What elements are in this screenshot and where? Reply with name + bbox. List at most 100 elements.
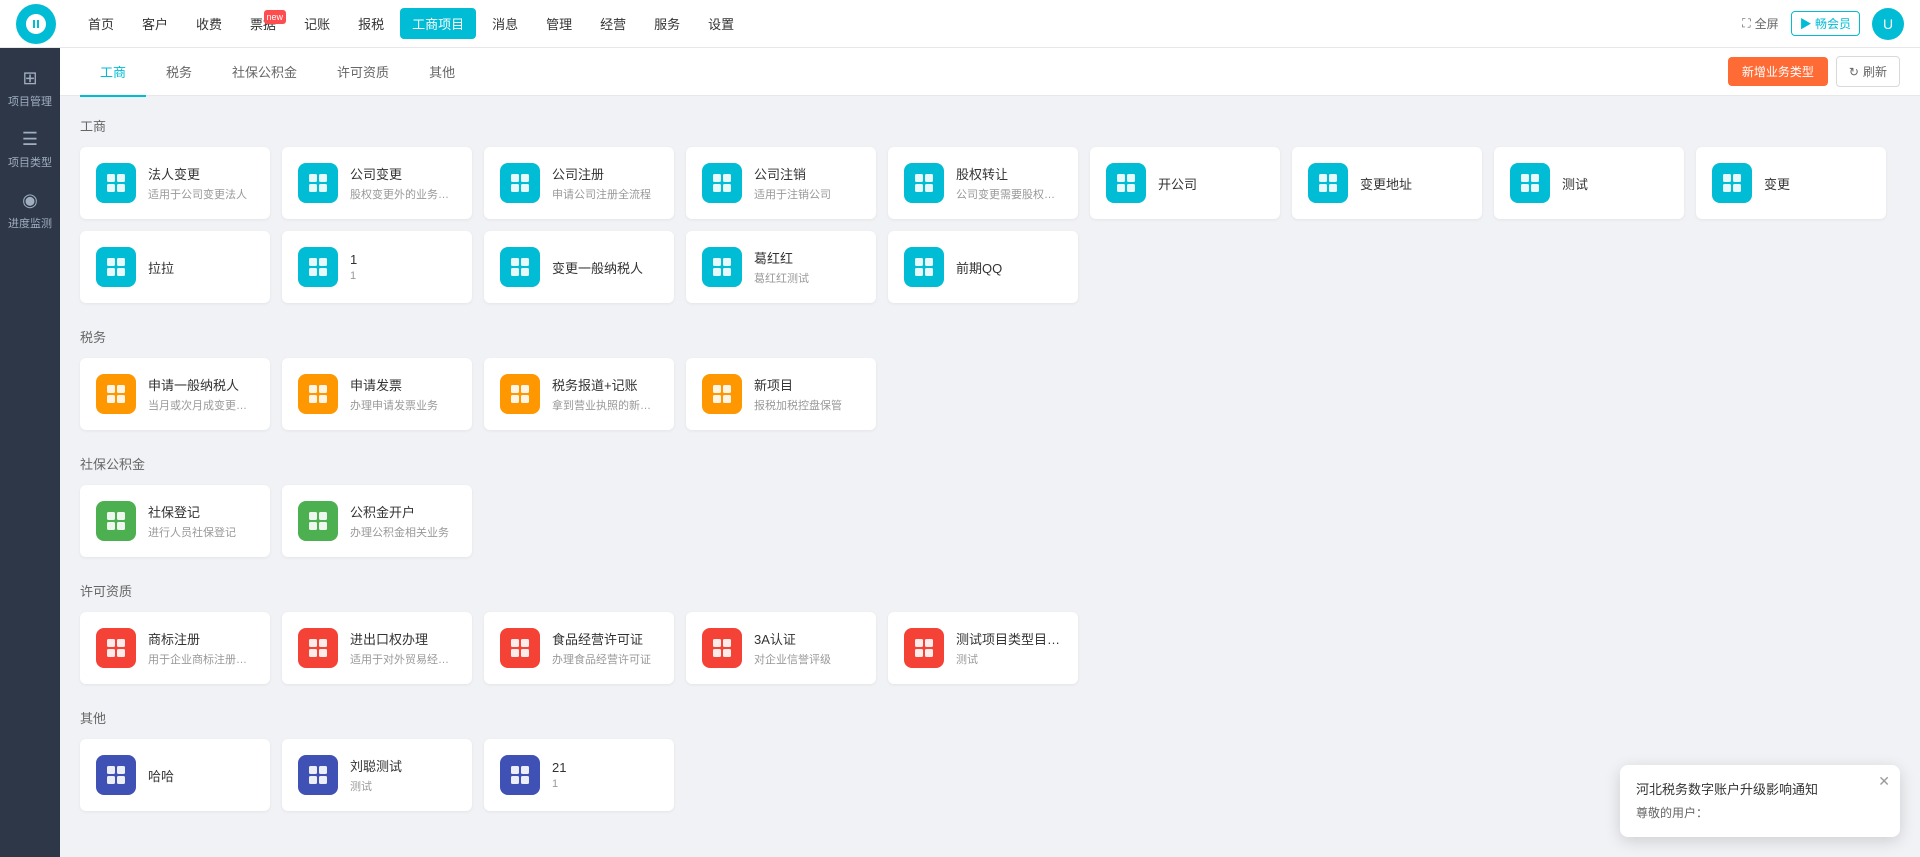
card-desc-new-project: 报税加税控盘保管	[754, 397, 860, 413]
card-desc-num21: 1	[552, 778, 658, 790]
top-nav: 首页客户收费票据new记账报税工商项目消息管理经营服务设置 ⛶ 全屏 ▶ 畅会员…	[0, 0, 1920, 48]
nav-right: ⛶ 全屏 ▶ 畅会员 U	[1742, 8, 1904, 40]
member-button[interactable]: ▶ 畅会员	[1791, 11, 1860, 36]
tab-biz[interactable]: 工商	[80, 48, 146, 97]
tab-other[interactable]: 其他	[409, 48, 475, 97]
card-change-taxpayer[interactable]: 变更一般纳税人	[484, 231, 674, 303]
nav-item-home[interactable]: 首页	[76, 8, 126, 39]
nav-item-accounting[interactable]: 记账	[292, 8, 342, 39]
nav-item-management[interactable]: 管理	[534, 8, 584, 39]
card-mohonghong[interactable]: 葛红红葛红红测试	[686, 231, 876, 303]
card-name-import-export: 进出口权办理	[350, 629, 456, 648]
sidebar-item-progress-monitor[interactable]: ◉ 进度监测	[0, 180, 60, 241]
card-icon-food-license	[500, 628, 540, 668]
fullscreen-button[interactable]: ⛶ 全屏	[1742, 15, 1778, 32]
card-icon-num21	[500, 755, 540, 795]
card-company-change[interactable]: 公司变更股权变更外的业务变更	[282, 147, 472, 219]
card-company-cancel[interactable]: 公司注销适用于注销公司	[686, 147, 876, 219]
card-icon-change-address	[1308, 163, 1348, 203]
card-name-front-qq: 前期QQ	[956, 258, 1062, 277]
sidebar-item-project-mgmt[interactable]: ⊞ 项目管理	[0, 58, 60, 119]
card-num1[interactable]: 11	[282, 231, 472, 303]
nav-item-operations[interactable]: 经营	[588, 8, 638, 39]
card-front-qq[interactable]: 前期QQ	[888, 231, 1078, 303]
add-type-button[interactable]: 新增业务类型	[1728, 57, 1828, 86]
nav-item-billing[interactable]: 收费	[184, 8, 234, 39]
card-open-company[interactable]: 开公司	[1090, 147, 1280, 219]
card-food-license[interactable]: 食品经营许可证办理食品经营许可证	[484, 612, 674, 684]
card-social-register[interactable]: 社保登记进行人员社保登记	[80, 485, 270, 557]
refresh-label: 刷新	[1863, 63, 1887, 80]
tab-license[interactable]: 许可资质	[317, 48, 409, 97]
nav-item-settings[interactable]: 设置	[696, 8, 746, 39]
card-icon-fund-open	[298, 501, 338, 541]
card-info-legal-change: 法人变更适用于公司变更法人	[148, 164, 254, 202]
notification-content: 尊敬的用户：	[1636, 804, 1884, 823]
sidebar-item-project-type[interactable]: ☰ 项目类型	[0, 119, 60, 180]
card-info-social-register: 社保登记进行人员社保登记	[148, 502, 254, 540]
card-icon-liu-test	[298, 755, 338, 795]
card-info-company-change: 公司变更股权变更外的业务变更	[350, 164, 456, 202]
card-new-project[interactable]: 新项目报税加税控盘保管	[686, 358, 876, 430]
card-icon-legal-change	[96, 163, 136, 203]
card-liu-test[interactable]: 刘聪测试测试	[282, 739, 472, 811]
member-label: 畅会员	[1815, 17, 1851, 31]
card-icon-company-register	[500, 163, 540, 203]
card-legal-change[interactable]: 法人变更适用于公司变更法人	[80, 147, 270, 219]
tab-social-fund[interactable]: 社保公积金	[212, 48, 317, 97]
card-info-food-license: 食品经营许可证办理食品经营许可证	[552, 629, 658, 667]
card-import-export[interactable]: 进出口权办理适用于对外贸易经营者	[282, 612, 472, 684]
refresh-button[interactable]: ↻ 刷新	[1836, 56, 1900, 87]
card-apply-taxpayer[interactable]: 申请一般纳税人当月或次月成变更完成	[80, 358, 270, 430]
card-icon-apply-taxpayer	[96, 374, 136, 414]
card-desc-fund-open: 办理公积金相关业务	[350, 524, 456, 540]
tabs-bar: 工商税务社保公积金许可资质其他 新增业务类型 ↻ 刷新	[60, 48, 1920, 96]
nav-item-tax[interactable]: 报税	[346, 8, 396, 39]
card-desc-3a-cert: 对企业信誉评级	[754, 651, 860, 667]
nav-item-bizproject[interactable]: 工商项目	[400, 8, 476, 39]
card-equity-transfer[interactable]: 股权转让公司变更需要股权转让	[888, 147, 1078, 219]
card-info-tax-report-bookkeep: 税务报道+记账拿到营业执照的新公司	[552, 375, 658, 413]
cards-grid-tax: 申请一般纳税人当月或次月成变更完成 申请发票办理申请发票业务 税务报道+记账拿到…	[80, 358, 1900, 430]
card-company-register[interactable]: 公司注册申请公司注册全流程	[484, 147, 674, 219]
tab-tax[interactable]: 税务	[146, 48, 212, 97]
card-change1[interactable]: 变更	[1696, 147, 1886, 219]
card-info-lala: 拉拉	[148, 258, 254, 277]
card-name-tax-report-bookkeep: 税务报道+记账	[552, 375, 658, 394]
card-icon-trademark	[96, 628, 136, 668]
nav-item-services[interactable]: 服务	[642, 8, 692, 39]
card-name-company-register: 公司注册	[552, 164, 658, 183]
card-icon-test-type	[904, 628, 944, 668]
card-num21[interactable]: 211	[484, 739, 674, 811]
section-biz: 工商 法人变更适用于公司变更法人 公司变更股权变更外的业务变更 公司注册申请公司…	[80, 116, 1900, 303]
section-social-fund: 社保公积金 社保登记进行人员社保登记 公积金开户办理公积金相关业务	[80, 454, 1900, 557]
card-info-company-cancel: 公司注销适用于注销公司	[754, 164, 860, 202]
sidebar-label-project-type: 项目类型	[8, 154, 52, 170]
card-trademark[interactable]: 商标注册用于企业商标注册服务	[80, 612, 270, 684]
card-test-type[interactable]: 测试项目类型目定义测试	[888, 612, 1078, 684]
card-info-test1: 测试	[1562, 174, 1668, 193]
card-fund-open[interactable]: 公积金开户办理公积金相关业务	[282, 485, 472, 557]
card-tax-report-bookkeep[interactable]: 税务报道+记账拿到营业执照的新公司	[484, 358, 674, 430]
nav-item-customer[interactable]: 客户	[130, 8, 180, 39]
card-lala[interactable]: 拉拉	[80, 231, 270, 303]
notification-close[interactable]: ✕	[1878, 773, 1890, 790]
card-name-test-type: 测试项目类型目定义	[956, 629, 1062, 648]
logo[interactable]	[16, 4, 56, 44]
card-icon-social-register	[96, 501, 136, 541]
card-icon-equity-transfer	[904, 163, 944, 203]
card-apply-invoice[interactable]: 申请发票办理申请发票业务	[282, 358, 472, 430]
card-icon-company-cancel	[702, 163, 742, 203]
card-test1[interactable]: 测试	[1494, 147, 1684, 219]
nav-item-messages[interactable]: 消息	[480, 8, 530, 39]
card-desc-apply-taxpayer: 当月或次月成变更完成	[148, 397, 254, 413]
card-desc-trademark: 用于企业商标注册服务	[148, 651, 254, 667]
nav-item-tickets[interactable]: 票据new	[238, 8, 288, 39]
card-3a-cert[interactable]: 3A认证对企业信誉评级	[686, 612, 876, 684]
cards-grid-biz: 法人变更适用于公司变更法人 公司变更股权变更外的业务变更 公司注册申请公司注册全…	[80, 147, 1900, 303]
card-change-address[interactable]: 变更地址	[1292, 147, 1482, 219]
card-haha[interactable]: 哈哈	[80, 739, 270, 811]
card-icon-change-taxpayer	[500, 247, 540, 287]
avatar[interactable]: U	[1872, 8, 1904, 40]
card-info-3a-cert: 3A认证对企业信誉评级	[754, 629, 860, 667]
